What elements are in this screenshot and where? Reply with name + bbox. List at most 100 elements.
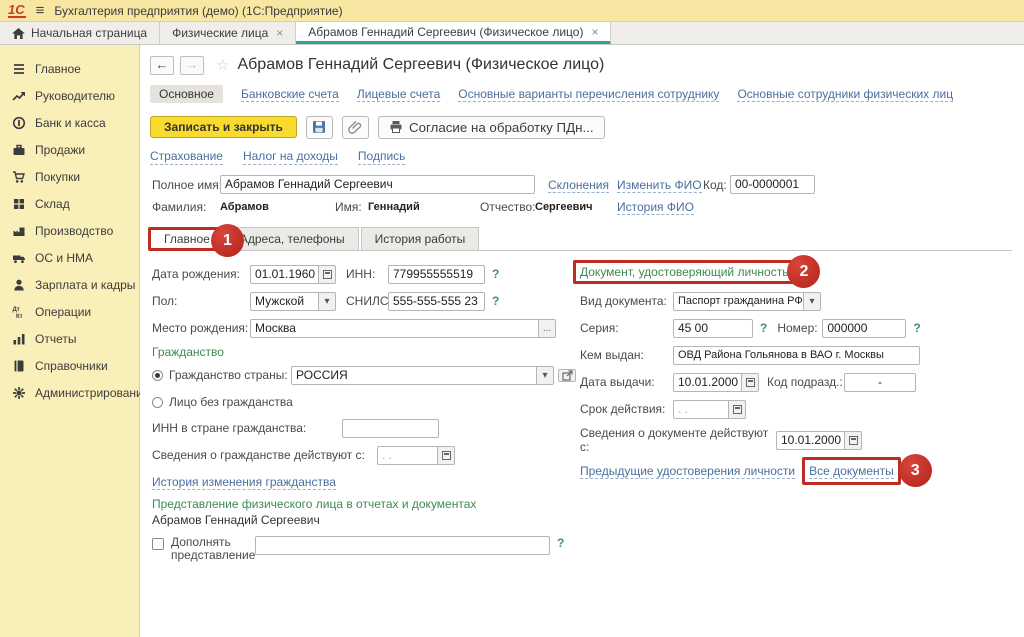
doc-series-input[interactable]: 45 00 bbox=[673, 318, 753, 338]
person-icon bbox=[14, 279, 24, 290]
link-nalog-na-dohody[interactable]: Налог на доходы bbox=[242, 149, 338, 165]
ellipsis-icon: ... bbox=[542, 322, 552, 334]
link-podpis[interactable]: Подпись bbox=[357, 149, 406, 165]
citizenship-valid-calendar-button[interactable] bbox=[437, 445, 455, 465]
append-presentation-checkbox[interactable] bbox=[152, 538, 164, 550]
sidebar-item-sklad[interactable]: Склад bbox=[0, 190, 139, 217]
lastname-value: Абрамов bbox=[220, 201, 269, 213]
sidebar-item-otchety[interactable]: Отчеты bbox=[0, 325, 139, 352]
previous-ids-link[interactable]: Предыдущие удостоверения личности bbox=[580, 464, 796, 479]
citizenship-valid-input[interactable]: . . bbox=[377, 445, 437, 465]
back-button[interactable]: ← bbox=[150, 55, 174, 75]
navlink-osnovnoe[interactable]: Основное bbox=[150, 85, 223, 103]
code-label: Код: bbox=[703, 178, 727, 192]
doc-kind-dropdown-button[interactable]: ▾ bbox=[803, 291, 821, 311]
window-title: Бухгалтерия предприятия (демо) (1С:Предп… bbox=[54, 3, 343, 18]
doc-number-input[interactable]: 000000 bbox=[822, 318, 907, 338]
sidebar-item-glavnoe[interactable]: Главное bbox=[0, 55, 139, 82]
related-links-row: Основное Банковские счета Лицевые счета … bbox=[150, 84, 1012, 104]
presentation-header: Представление физического лица в отчетах… bbox=[152, 497, 477, 511]
sidebar-item-label: Производство bbox=[35, 223, 114, 238]
stateless-radio[interactable] bbox=[152, 396, 163, 408]
inn-foreign-input[interactable] bbox=[342, 418, 439, 438]
doc-valid-until-input[interactable]: . . bbox=[673, 399, 728, 419]
gender-select[interactable]: Мужской bbox=[250, 291, 318, 311]
navlink-bank-accounts[interactable]: Банковские счета bbox=[240, 87, 339, 102]
save-close-button[interactable]: Записать и закрыть bbox=[150, 116, 297, 138]
birth-date-calendar-button[interactable] bbox=[318, 264, 336, 284]
snils-label: СНИЛС: bbox=[346, 294, 392, 308]
doc-number-help-icon[interactable]: ? bbox=[913, 321, 920, 335]
floppy-icon bbox=[313, 121, 326, 133]
citizenship-open-button[interactable] bbox=[558, 368, 576, 382]
doc-valid-from-label: Сведения о документе действуют с: bbox=[580, 426, 769, 454]
sidebar-item-pokupki[interactable]: Покупки bbox=[0, 163, 139, 190]
consent-pdn-button[interactable]: Согласие на обработку ПДн... bbox=[377, 115, 605, 139]
tab-persons[interactable]: Физические лица × bbox=[160, 22, 297, 44]
inn-input[interactable]: 779955555519 bbox=[388, 264, 485, 284]
doc-valid-from-input[interactable]: 10.01.2000 bbox=[776, 430, 844, 450]
tab-istoriya-raboty[interactable]: История работы bbox=[360, 227, 480, 250]
gender-dropdown-button[interactable]: ▾ bbox=[318, 291, 336, 311]
navlink-licevye-scheta[interactable]: Лицевые счета bbox=[356, 87, 441, 102]
window-titlebar: 1С ≡ Бухгалтерия предприятия (демо) (1С:… bbox=[0, 0, 1024, 22]
forward-button[interactable]: → bbox=[180, 55, 204, 75]
inn-help-icon[interactable]: ? bbox=[492, 267, 499, 281]
sidebar-item-spravochniki[interactable]: Справочники bbox=[0, 352, 139, 379]
attachments-button[interactable] bbox=[341, 115, 369, 139]
birth-place-input[interactable]: Москва bbox=[250, 318, 538, 338]
sidebar-item-proizvodstvo[interactable]: Производство bbox=[0, 217, 139, 244]
sidebar-item-operacii[interactable]: Дт Кт Операции bbox=[0, 298, 139, 325]
sidebar-item-bank-kassa[interactable]: Банк и касса bbox=[0, 109, 139, 136]
chevron-down-icon: ▾ bbox=[809, 295, 815, 307]
calendar-icon bbox=[322, 269, 332, 279]
append-presentation-input[interactable] bbox=[255, 536, 550, 555]
fio-history-link[interactable]: История ФИО bbox=[617, 200, 694, 215]
sidebar-item-administrirovanie[interactable]: Администрирование bbox=[0, 379, 149, 406]
menu-icon bbox=[14, 63, 24, 74]
citizenship-country-radio[interactable] bbox=[152, 369, 163, 381]
link-strahovanie[interactable]: Страхование bbox=[150, 149, 223, 165]
sidebar-item-zarplata-kadry[interactable]: Зарплата и кадры bbox=[0, 271, 139, 298]
doc-issued-by-input[interactable]: ОВД Района Гольянова в ВАО г. Москвы bbox=[673, 345, 920, 365]
tab-abramov-close-icon[interactable]: × bbox=[591, 25, 598, 39]
navlink-main-employees[interactable]: Основные сотрудники физических лиц bbox=[737, 87, 954, 102]
favorite-star-icon[interactable]: ☆ bbox=[216, 56, 229, 74]
citizenship-history-link[interactable]: История изменения гражданства bbox=[152, 475, 336, 490]
tab-abramov[interactable]: Абрамов Геннадий Сергеевич (Физическое л… bbox=[296, 22, 612, 44]
chevron-down-icon: ▾ bbox=[324, 295, 330, 307]
tab-persons-close-icon[interactable]: × bbox=[276, 26, 283, 40]
doc-valid-until-calendar-button[interactable] bbox=[728, 399, 746, 419]
doc-issue-date-input[interactable]: 10.01.2000 bbox=[673, 372, 741, 392]
declensions-link[interactable]: Склонения bbox=[548, 178, 609, 193]
birth-date-input[interactable]: 01.01.1960 bbox=[250, 264, 318, 284]
tab-home[interactable]: Начальная страница bbox=[0, 22, 161, 44]
sidebar-item-label: Справочники bbox=[35, 358, 108, 373]
citizenship-dropdown-button[interactable]: ▾ bbox=[536, 365, 554, 385]
citizenship-country-select[interactable]: РОССИЯ bbox=[291, 365, 536, 385]
doc-valid-from-calendar-button[interactable] bbox=[844, 430, 862, 450]
stateless-label: Лицо без гражданства bbox=[169, 395, 293, 409]
sidebar-item-os-nma[interactable]: ОС и НМА bbox=[0, 244, 139, 271]
tab-adresa-telefony[interactable]: Адреса, телефоны bbox=[225, 227, 359, 250]
code-input[interactable]: 00-0000001 bbox=[730, 175, 815, 194]
form-area: Дата рождения: 01.01.1960 ИНН: 779955555… bbox=[150, 255, 1012, 562]
doc-issue-date-calendar-button[interactable] bbox=[741, 372, 759, 392]
full-name-label: Полное имя: bbox=[152, 178, 223, 192]
append-presentation-help-icon[interactable]: ? bbox=[557, 536, 564, 550]
change-fio-link[interactable]: Изменить ФИО bbox=[617, 178, 702, 193]
birth-place-ellipsis-button[interactable]: ... bbox=[538, 318, 556, 338]
doc-kind-select[interactable]: Паспорт гражданина РФ bbox=[673, 291, 803, 311]
full-name-input[interactable]: Абрамов Геннадий Сергеевич bbox=[220, 175, 535, 194]
doc-series-help-icon[interactable]: ? bbox=[760, 321, 767, 335]
snils-input[interactable]: 555-555-555 23 bbox=[388, 291, 485, 311]
save-button[interactable] bbox=[305, 115, 333, 139]
all-documents-link[interactable]: Все документы bbox=[809, 464, 894, 479]
tab-persons-label: Физические лица bbox=[172, 26, 269, 40]
snils-help-icon[interactable]: ? bbox=[492, 294, 499, 308]
main-menu-icon[interactable]: ≡ bbox=[36, 3, 45, 18]
navlink-transfer-variants[interactable]: Основные варианты перечисления сотрудник… bbox=[458, 87, 720, 102]
dept-code-input[interactable]: - bbox=[844, 372, 916, 392]
sidebar-item-rukovoditelyu[interactable]: Руководителю bbox=[0, 82, 139, 109]
sidebar-item-prodazhi[interactable]: Продажи bbox=[0, 136, 139, 163]
